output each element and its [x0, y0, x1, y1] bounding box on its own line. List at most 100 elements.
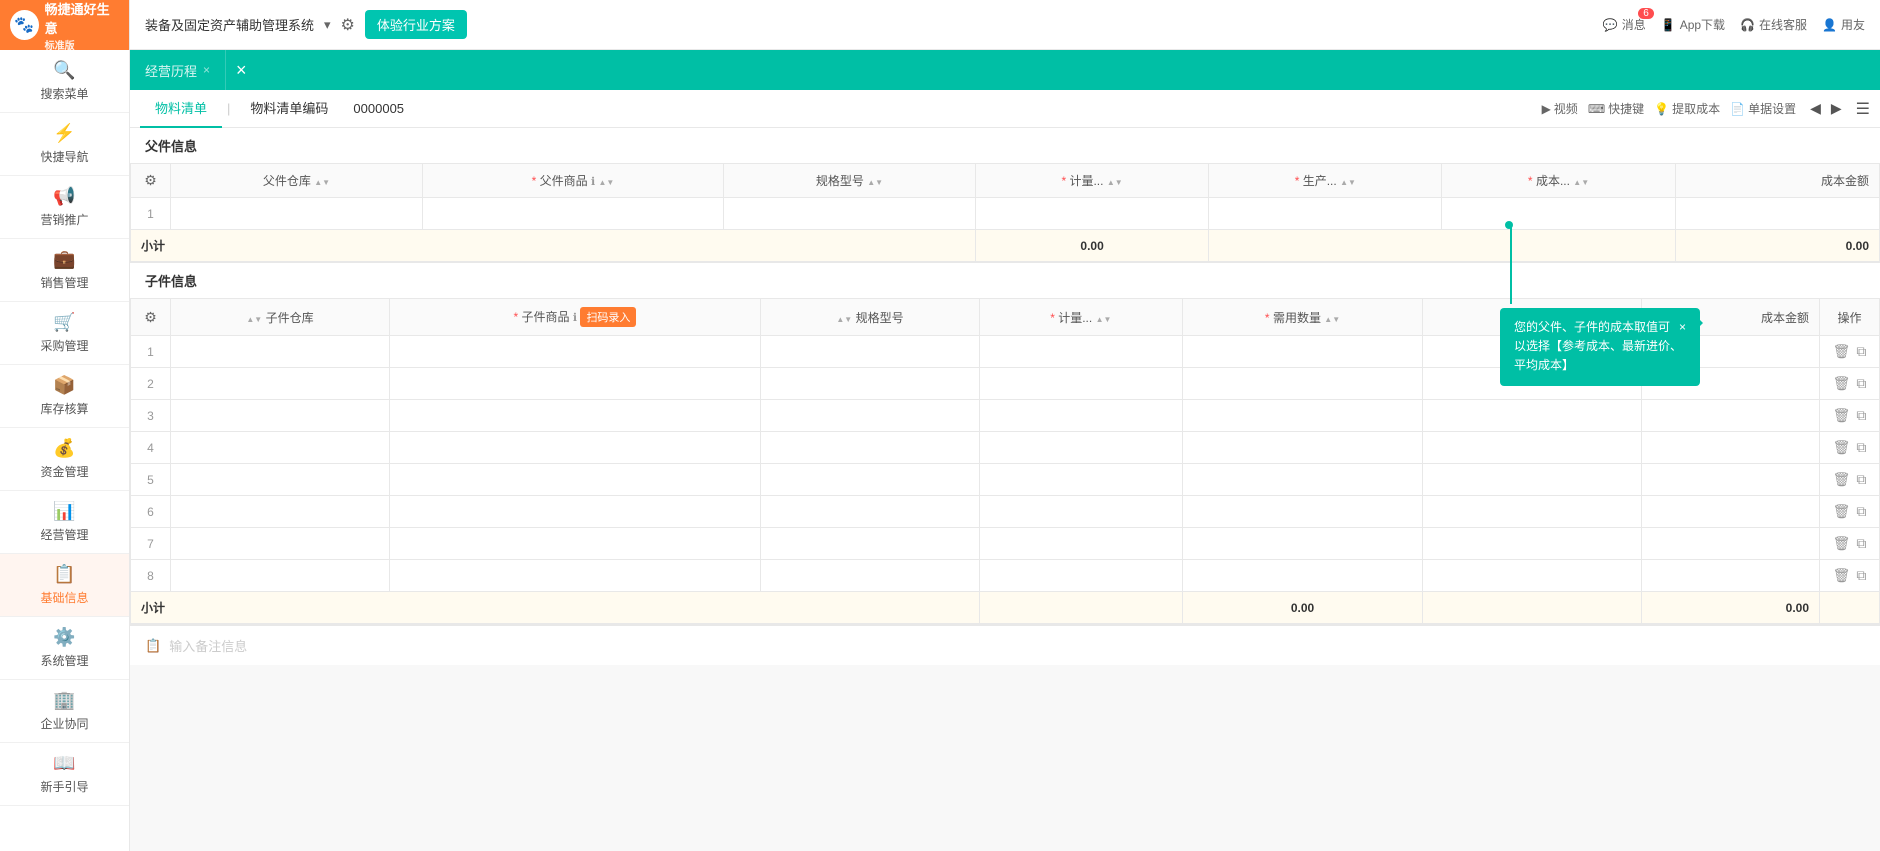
child-row-warehouse-5[interactable] — [171, 464, 390, 496]
settings-gear-icon[interactable]: ⚙ — [144, 172, 157, 188]
grid-icon[interactable]: ☰ — [1856, 99, 1870, 119]
copy-icon-7[interactable]: ⧉ — [1856, 535, 1866, 552]
child-row-goods-6[interactable] — [389, 496, 760, 528]
bottom-bar[interactable]: 📋 输入备注信息 — [130, 625, 1880, 665]
delete-icon-1[interactable]: 🗑 — [1833, 343, 1851, 360]
child-row-warehouse-1[interactable] — [171, 336, 390, 368]
child-row-warehouse-7[interactable] — [171, 528, 390, 560]
sidebar-item-operations[interactable]: 📊经营管理 — [0, 491, 129, 554]
child-settings-gear-icon[interactable]: ⚙ — [144, 309, 157, 325]
child-row-spec-4[interactable] — [761, 432, 980, 464]
sidebar-item-capital[interactable]: 💰资金管理 — [0, 428, 129, 491]
settings-icon[interactable]: ⚙ — [341, 15, 355, 35]
child-row-quantity-7[interactable] — [1182, 528, 1423, 560]
parent-row-production[interactable] — [1209, 198, 1442, 230]
child-row-spec-8[interactable] — [761, 560, 980, 592]
child-row-unit-3[interactable] — [979, 400, 1182, 432]
sub-tab-bom-code[interactable]: 物料清单编码 — [235, 90, 343, 128]
delete-icon-7[interactable]: 🗑 — [1833, 535, 1851, 552]
child-row-unit-7[interactable] — [979, 528, 1182, 560]
parent-row-spec[interactable] — [723, 198, 975, 230]
child-row-spec-2[interactable] — [761, 368, 980, 400]
delete-icon-8[interactable]: 🗑 — [1833, 567, 1851, 584]
delete-icon-3[interactable]: 🗑 — [1833, 407, 1851, 424]
child-row-quantity-4[interactable] — [1182, 432, 1423, 464]
child-row-unit-cost-8[interactable] — [1423, 560, 1642, 592]
copy-icon-3[interactable]: ⧉ — [1856, 407, 1866, 424]
nav-tab-business-history[interactable]: 经营历程× — [130, 50, 226, 90]
child-row-goods-5[interactable] — [389, 464, 760, 496]
experience-button[interactable]: 体验行业方案 — [365, 10, 467, 39]
child-row-spec-7[interactable] — [761, 528, 980, 560]
child-row-goods-4[interactable] — [389, 432, 760, 464]
child-row-goods-7[interactable] — [389, 528, 760, 560]
nav-prev-icon[interactable]: ◀ — [1806, 100, 1825, 117]
nav-next-icon[interactable]: ▶ — [1827, 100, 1846, 117]
single-settings-action[interactable]: 📄 单据设置 — [1730, 100, 1796, 117]
child-row-unit-cost-6[interactable] — [1423, 496, 1642, 528]
child-th-settings[interactable]: ⚙ — [131, 299, 171, 336]
delete-icon-5[interactable]: 🗑 — [1833, 471, 1851, 488]
child-row-unit-6[interactable] — [979, 496, 1182, 528]
child-row-unit-cost-3[interactable] — [1423, 400, 1642, 432]
delete-icon-6[interactable]: 🗑 — [1833, 503, 1851, 520]
child-row-quantity-5[interactable] — [1182, 464, 1423, 496]
child-row-unit-5[interactable] — [979, 464, 1182, 496]
child-row-spec-3[interactable] — [761, 400, 980, 432]
copy-icon-5[interactable]: ⧉ — [1856, 471, 1866, 488]
delete-icon-2[interactable]: 🗑 — [1833, 375, 1851, 392]
child-row-goods-2[interactable] — [389, 368, 760, 400]
child-row-spec-5[interactable] — [761, 464, 980, 496]
nav-tab-close-business-history[interactable]: × — [203, 63, 210, 77]
child-row-quantity-3[interactable] — [1182, 400, 1423, 432]
child-row-quantity-2[interactable] — [1182, 368, 1423, 400]
sidebar-item-system[interactable]: ⚙️系统管理 — [0, 617, 129, 680]
child-row-goods-8[interactable] — [389, 560, 760, 592]
parent-th-settings[interactable]: ⚙ — [131, 164, 171, 198]
child-row-warehouse-8[interactable] — [171, 560, 390, 592]
sidebar-item-quick-nav[interactable]: ⚡快捷导航 — [0, 113, 129, 176]
child-row-goods-1[interactable] — [389, 336, 760, 368]
sidebar-item-marketing[interactable]: 📢营销推广 — [0, 176, 129, 239]
child-row-quantity-1[interactable] — [1182, 336, 1423, 368]
video-action[interactable]: ▶ 视频 — [1542, 100, 1578, 117]
sidebar-item-sales[interactable]: 💼销售管理 — [0, 239, 129, 302]
copy-icon-8[interactable]: ⧉ — [1856, 567, 1866, 584]
copy-icon-4[interactable]: ⧉ — [1856, 439, 1866, 456]
child-row-unit-cost-5[interactable] — [1423, 464, 1642, 496]
copy-icon-6[interactable]: ⧉ — [1856, 503, 1866, 520]
sidebar-item-enterprise[interactable]: 🏢企业协同 — [0, 680, 129, 743]
online-service-item[interactable]: 🎧 在线客服 — [1740, 16, 1807, 33]
app-download-item[interactable]: 📱 App下载 — [1661, 16, 1725, 33]
delete-icon-4[interactable]: 🗑 — [1833, 439, 1851, 456]
child-row-warehouse-3[interactable] — [171, 400, 390, 432]
child-row-unit-4[interactable] — [979, 432, 1182, 464]
child-row-quantity-6[interactable] — [1182, 496, 1423, 528]
nav-close-all[interactable]: × — [226, 50, 257, 90]
parent-row-unit[interactable] — [975, 198, 1208, 230]
extract-cost-action[interactable]: 💡 提取成本 — [1654, 100, 1720, 117]
parent-row-goods[interactable] — [423, 198, 724, 230]
tooltip-close-icon[interactable]: × — [1679, 318, 1686, 337]
user-item[interactable]: 👤 用友 — [1822, 16, 1865, 33]
parent-row-warehouse[interactable] — [171, 198, 423, 230]
sidebar-item-inventory[interactable]: 📦库存核算 — [0, 365, 129, 428]
child-row-quantity-8[interactable] — [1182, 560, 1423, 592]
child-row-spec-6[interactable] — [761, 496, 980, 528]
copy-icon-1[interactable]: ⧉ — [1856, 343, 1866, 360]
child-row-warehouse-6[interactable] — [171, 496, 390, 528]
sidebar-item-basic-info[interactable]: 📋基础信息 — [0, 554, 129, 617]
copy-icon-2[interactable]: ⧉ — [1856, 375, 1866, 392]
shortcut-action[interactable]: ⌨ 快捷键 — [1588, 100, 1644, 117]
sidebar-item-guide[interactable]: 📖新手引导 — [0, 743, 129, 806]
child-row-unit-2[interactable] — [979, 368, 1182, 400]
child-row-warehouse-4[interactable] — [171, 432, 390, 464]
sidebar-item-search[interactable]: 🔍搜索菜单 — [0, 50, 129, 113]
sub-tab-bom-list[interactable]: 物料清单 — [140, 90, 222, 128]
child-row-unit-cost-4[interactable] — [1423, 432, 1642, 464]
child-row-unit-8[interactable] — [979, 560, 1182, 592]
child-row-warehouse-2[interactable] — [171, 368, 390, 400]
child-row-goods-3[interactable] — [389, 400, 760, 432]
child-row-spec-1[interactable] — [761, 336, 980, 368]
message-icon-item[interactable]: 💬 6 消息 — [1603, 16, 1646, 33]
